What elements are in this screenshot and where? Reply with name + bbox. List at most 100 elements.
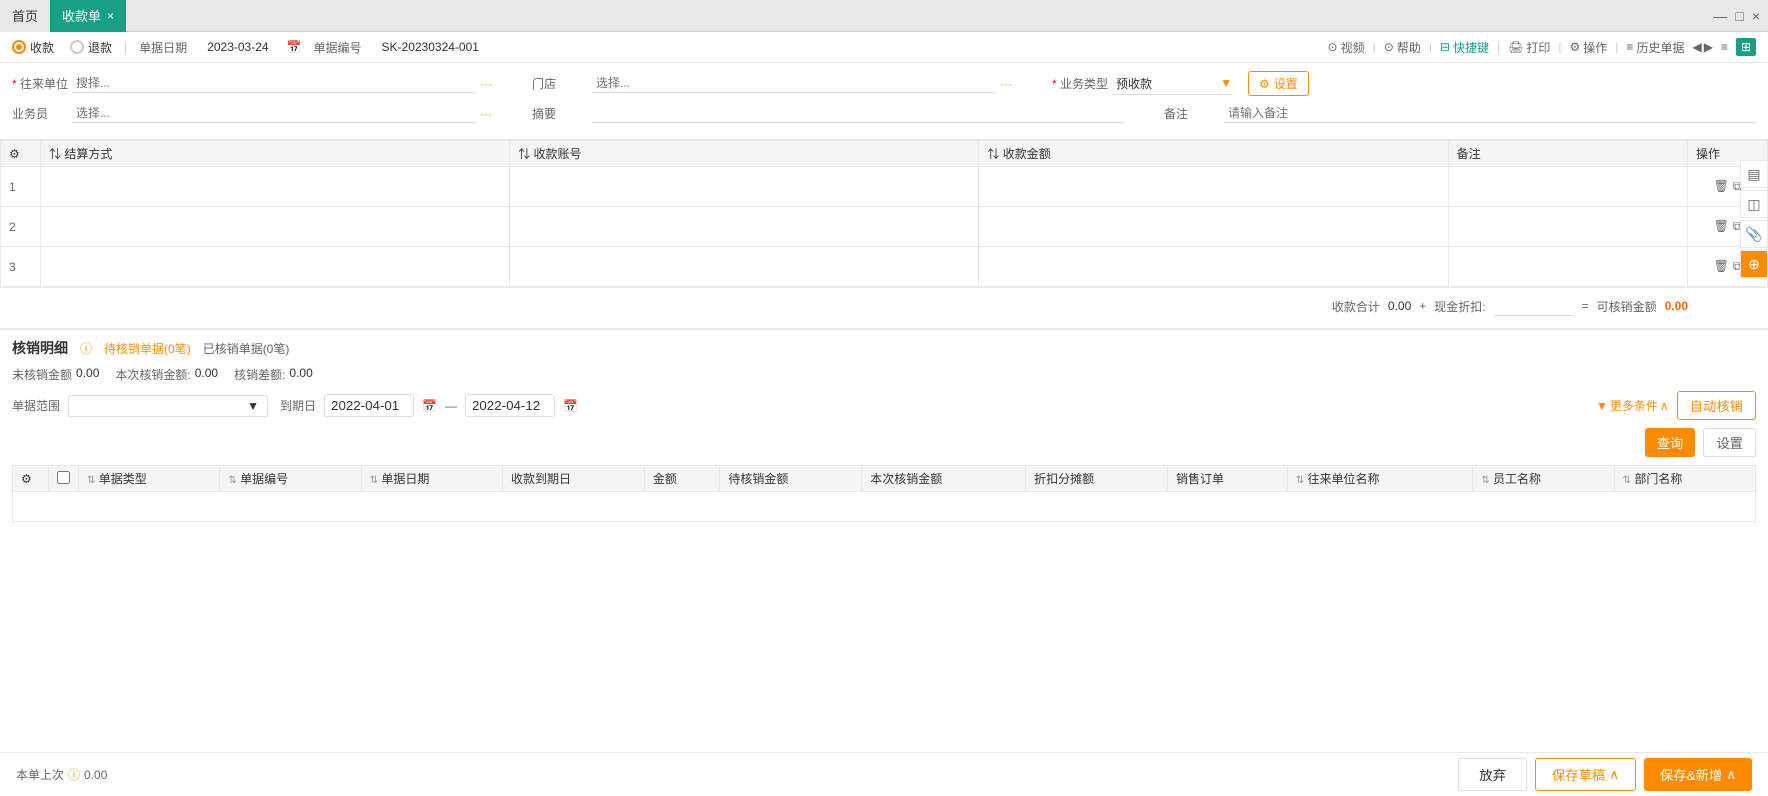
- maximize-button[interactable]: □: [1735, 8, 1743, 24]
- hx-header: 核销明细 ⓘ 待核销单据(0笔) 已核销单据(0笔): [12, 338, 1756, 358]
- btn-video[interactable]: ⊙ 视频: [1328, 39, 1365, 56]
- hx-empty-row: [13, 492, 1756, 522]
- view-grid-icon[interactable]: ⊞: [1736, 38, 1756, 56]
- hx-settings-button[interactable]: 设置: [1703, 428, 1756, 457]
- minimize-button[interactable]: —: [1713, 8, 1727, 24]
- filter-range-arrow[interactable]: ▼: [247, 399, 259, 413]
- chevron-up-icon: ∧: [1660, 399, 1669, 413]
- equals-sign: =: [1582, 299, 1589, 313]
- row-amount-2[interactable]: [979, 207, 1448, 247]
- row-account-3[interactable]: [510, 247, 979, 287]
- counterparty-input[interactable]: [72, 74, 476, 93]
- bottom-info-icon[interactable]: ⓘ: [68, 766, 80, 783]
- float-btn-3[interactable]: 📎: [1740, 220, 1768, 248]
- tab-pending[interactable]: 待核销单据(0笔): [104, 340, 191, 357]
- more-conditions-button[interactable]: ▼ 更多条件 ∧: [1596, 397, 1669, 414]
- biz-type-select[interactable]: 预收款 ▼: [1112, 73, 1232, 95]
- row-account-2[interactable]: [510, 207, 979, 247]
- diff-stat: 核销差额: 0.00: [234, 366, 313, 383]
- save-new-arrow[interactable]: ∧: [1726, 767, 1736, 783]
- tab-close-icon[interactable]: ×: [107, 9, 114, 23]
- row-remark-3[interactable]: [1448, 247, 1687, 287]
- float-btn-1[interactable]: ▤: [1740, 160, 1768, 188]
- th-settlement-label: 结算方式: [64, 147, 112, 161]
- row-delete-2[interactable]: 🗑: [1714, 219, 1729, 234]
- float-icon-4: ⊕: [1748, 256, 1760, 273]
- hx-info-icon[interactable]: ⓘ: [80, 340, 92, 357]
- remark-label: 备注: [1164, 105, 1224, 122]
- remark-input[interactable]: [1224, 104, 1756, 123]
- filter-range-select[interactable]: ▼: [68, 395, 268, 417]
- table-settings-icon[interactable]: ⚙: [9, 147, 20, 161]
- staff-more-icon[interactable]: ···: [480, 107, 492, 121]
- th-settings[interactable]: ⚙: [1, 141, 41, 167]
- close-button[interactable]: ×: [1752, 8, 1760, 24]
- row-account-1[interactable]: [510, 167, 979, 207]
- auto-reconcile-button[interactable]: 自动核销: [1677, 391, 1756, 420]
- nav-next-icon[interactable]: ▶: [1704, 40, 1713, 54]
- float-btn-2[interactable]: ◫: [1740, 190, 1768, 218]
- hx-th-this-time-label: 本次核销金额: [870, 472, 942, 486]
- radio-refund[interactable]: 退款: [70, 39, 112, 56]
- filter-date-from[interactable]: [324, 394, 414, 417]
- counterparty-label: 往来单位: [12, 75, 72, 92]
- save-new-button[interactable]: 保存&新增 ∧: [1644, 758, 1752, 791]
- calendar-to-icon[interactable]: 📅: [563, 399, 578, 413]
- btn-history[interactable]: ≡ 历史单据: [1626, 39, 1684, 56]
- row-amount-1[interactable]: [979, 167, 1448, 207]
- history-icon: ≡: [1626, 40, 1633, 54]
- hx-th-check[interactable]: [49, 466, 79, 492]
- hx-th-sales-order: 销售订单: [1167, 466, 1287, 492]
- staff-input[interactable]: [72, 104, 476, 123]
- row-delete-3[interactable]: 🗑: [1714, 259, 1729, 274]
- video-icon: ⊙: [1328, 40, 1338, 54]
- abandon-button[interactable]: 放弃: [1458, 758, 1527, 791]
- hx-select-all[interactable]: [57, 471, 70, 484]
- hx-th-pending-label: 待核销金额: [728, 472, 788, 486]
- save-draft-arrow[interactable]: ∧: [1609, 767, 1619, 783]
- toolbar: 收款 退款 | 单据日期 2023-03-24 📅 单据编号 SK-202303…: [0, 32, 1768, 63]
- auto-reconcile-label: 自动核销: [1690, 399, 1743, 414]
- view-list-icon[interactable]: ≡: [1721, 40, 1728, 54]
- row-remark-1[interactable]: [1448, 167, 1687, 207]
- row-amount-3[interactable]: [979, 247, 1448, 287]
- store-input[interactable]: [592, 74, 996, 93]
- hx-th-staff: ⇅ 员工名称: [1473, 466, 1614, 492]
- calendar-icon[interactable]: 📅: [287, 40, 302, 54]
- hx-settings-icon[interactable]: ⚙: [21, 472, 32, 486]
- row-settlement-1[interactable]: [41, 167, 510, 207]
- btn-print[interactable]: 🖨 打印: [1508, 39, 1550, 56]
- receipt-table: ⚙ ⇅ 结算方式 ⇅ 收款账号 ⇅ 收款金额 备注: [0, 140, 1768, 287]
- btn-shortcut[interactable]: ⊟ 快捷键: [1440, 39, 1489, 56]
- diff-label: 核销差额:: [234, 366, 285, 383]
- btn-action[interactable]: ⚙ 操作: [1570, 39, 1608, 56]
- th-ops-label: 操作: [1696, 147, 1720, 161]
- hx-th-discount: 折扣分摊额: [1026, 466, 1168, 492]
- settings-button[interactable]: ⚙ 设置: [1248, 71, 1309, 96]
- store-more-icon[interactable]: ···: [1000, 77, 1012, 91]
- float-btn-4[interactable]: ⊕: [1740, 250, 1768, 278]
- tab-done[interactable]: 已核销单据(0笔): [203, 340, 290, 357]
- calendar-from-icon[interactable]: 📅: [422, 399, 437, 413]
- hx-th-staff-label: 员工名称: [1493, 472, 1541, 486]
- summary-input[interactable]: [592, 104, 1124, 123]
- counterparty-more-icon[interactable]: ···: [480, 77, 492, 91]
- save-draft-button[interactable]: 保存草稿 ∧: [1535, 758, 1636, 791]
- row-remark-2[interactable]: [1448, 207, 1687, 247]
- btn-help[interactable]: ⊙ 帮助: [1384, 39, 1421, 56]
- radio-receipt[interactable]: 收款: [12, 39, 54, 56]
- row-settlement-3[interactable]: [41, 247, 510, 287]
- row-settlement-2[interactable]: [41, 207, 510, 247]
- discount-input[interactable]: [1494, 296, 1574, 316]
- table-row: 1 🗑 ⧉: [1, 167, 1768, 207]
- radio-refund-dot: [70, 40, 84, 54]
- nav-arrows: ◀ ▶: [1692, 40, 1712, 54]
- nav-prev-icon[interactable]: ◀: [1692, 40, 1701, 54]
- hx-th-settings[interactable]: ⚙: [13, 466, 49, 492]
- query-button[interactable]: 查询: [1645, 428, 1696, 457]
- filter-date-to[interactable]: [465, 394, 555, 417]
- biz-type-arrow-icon[interactable]: ▼: [1220, 76, 1232, 90]
- tab-home[interactable]: 首页: [0, 0, 50, 32]
- tab-receipt[interactable]: 收款单 ×: [50, 0, 126, 32]
- row-delete-1[interactable]: 🗑: [1714, 179, 1729, 194]
